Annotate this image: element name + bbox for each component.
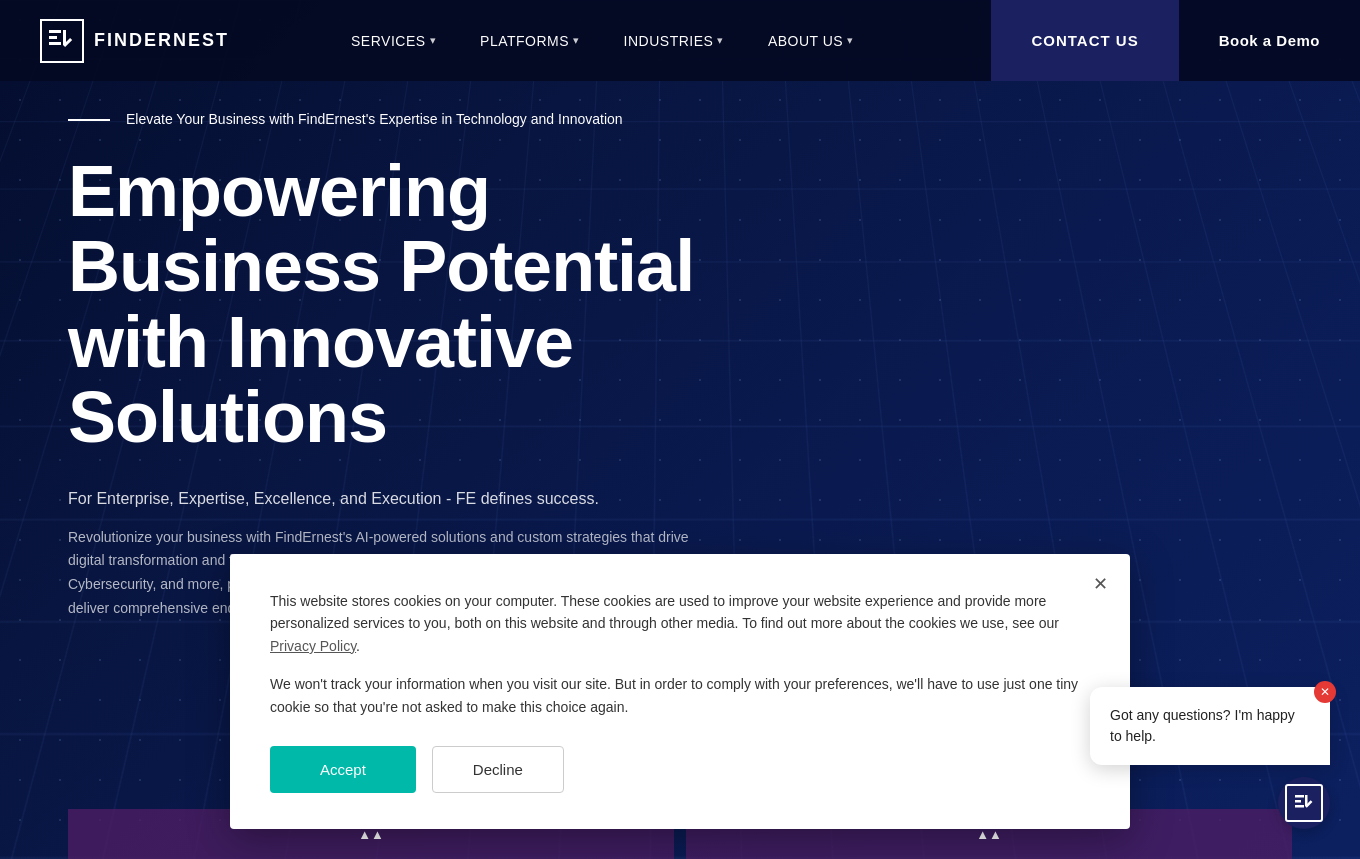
hero-tag-text: Elevate Your Business with FindErnest's … [126, 110, 623, 130]
svg-rect-0 [49, 30, 61, 33]
contact-us-button[interactable]: CONTACT US [991, 0, 1178, 81]
chevron-down-icon: ▾ [430, 34, 437, 47]
privacy-policy-link[interactable]: Privacy Policy [270, 638, 356, 654]
cookie-text-2: We won't track your information when you… [270, 673, 1090, 718]
nav-links: SERVICES ▾ PLATFORMS ▾ INDUSTRIES ▾ ABOU… [329, 0, 991, 81]
cookie-buttons: Accept Decline [270, 746, 1090, 793]
logo-text: FINDERNEST [94, 30, 229, 51]
book-demo-button[interactable]: Book a Demo [1179, 0, 1360, 81]
svg-rect-6 [1295, 800, 1301, 803]
cookie-text-1: This website stores cookies on your comp… [270, 590, 1090, 657]
hero-subtitle: For Enterprise, Expertise, Excellence, a… [68, 486, 728, 512]
cookie-banner: ✕ This website stores cookies on your co… [230, 554, 1130, 829]
chevron-down-icon: ▾ [847, 34, 854, 47]
chat-close-button[interactable]: ✕ [1314, 681, 1336, 703]
nav-platforms[interactable]: PLATFORMS ▾ [458, 0, 602, 81]
navigation: FINDERNEST SERVICES ▾ PLATFORMS ▾ INDUST… [0, 0, 1360, 81]
chat-bubble: Got any questions? I'm happy to help. [1090, 687, 1330, 765]
hero-tag-line [68, 119, 110, 121]
hero-content: Elevate Your Business with FindErnest's … [68, 110, 728, 621]
hero-tag: Elevate Your Business with FindErnest's … [68, 110, 728, 130]
chevron-down-icon: ▾ [573, 34, 580, 47]
chat-fe-icon [1285, 784, 1323, 822]
logo-link[interactable]: FINDERNEST [0, 19, 269, 63]
svg-rect-5 [1295, 795, 1304, 798]
nav-industries[interactable]: INDUSTRIES ▾ [602, 0, 746, 81]
chat-bubble-wrap: Got any questions? I'm happy to help. ✕ [1090, 687, 1330, 765]
nav-about[interactable]: ABOUT US ▾ [746, 0, 876, 81]
svg-rect-7 [1295, 805, 1304, 808]
svg-rect-1 [49, 36, 57, 39]
svg-rect-2 [49, 42, 61, 45]
chat-widget: Got any questions? I'm happy to help. ✕ [1090, 687, 1330, 829]
cookie-close-button[interactable]: ✕ [1086, 570, 1114, 598]
chat-open-button[interactable] [1278, 777, 1330, 829]
logo-icon [40, 19, 84, 63]
hero-title: Empowering Business Potential with Innov… [68, 154, 728, 456]
chevron-down-icon: ▾ [717, 34, 724, 47]
nav-services[interactable]: SERVICES ▾ [329, 0, 458, 81]
cookie-decline-button[interactable]: Decline [432, 746, 564, 793]
cookie-accept-button[interactable]: Accept [270, 746, 416, 793]
